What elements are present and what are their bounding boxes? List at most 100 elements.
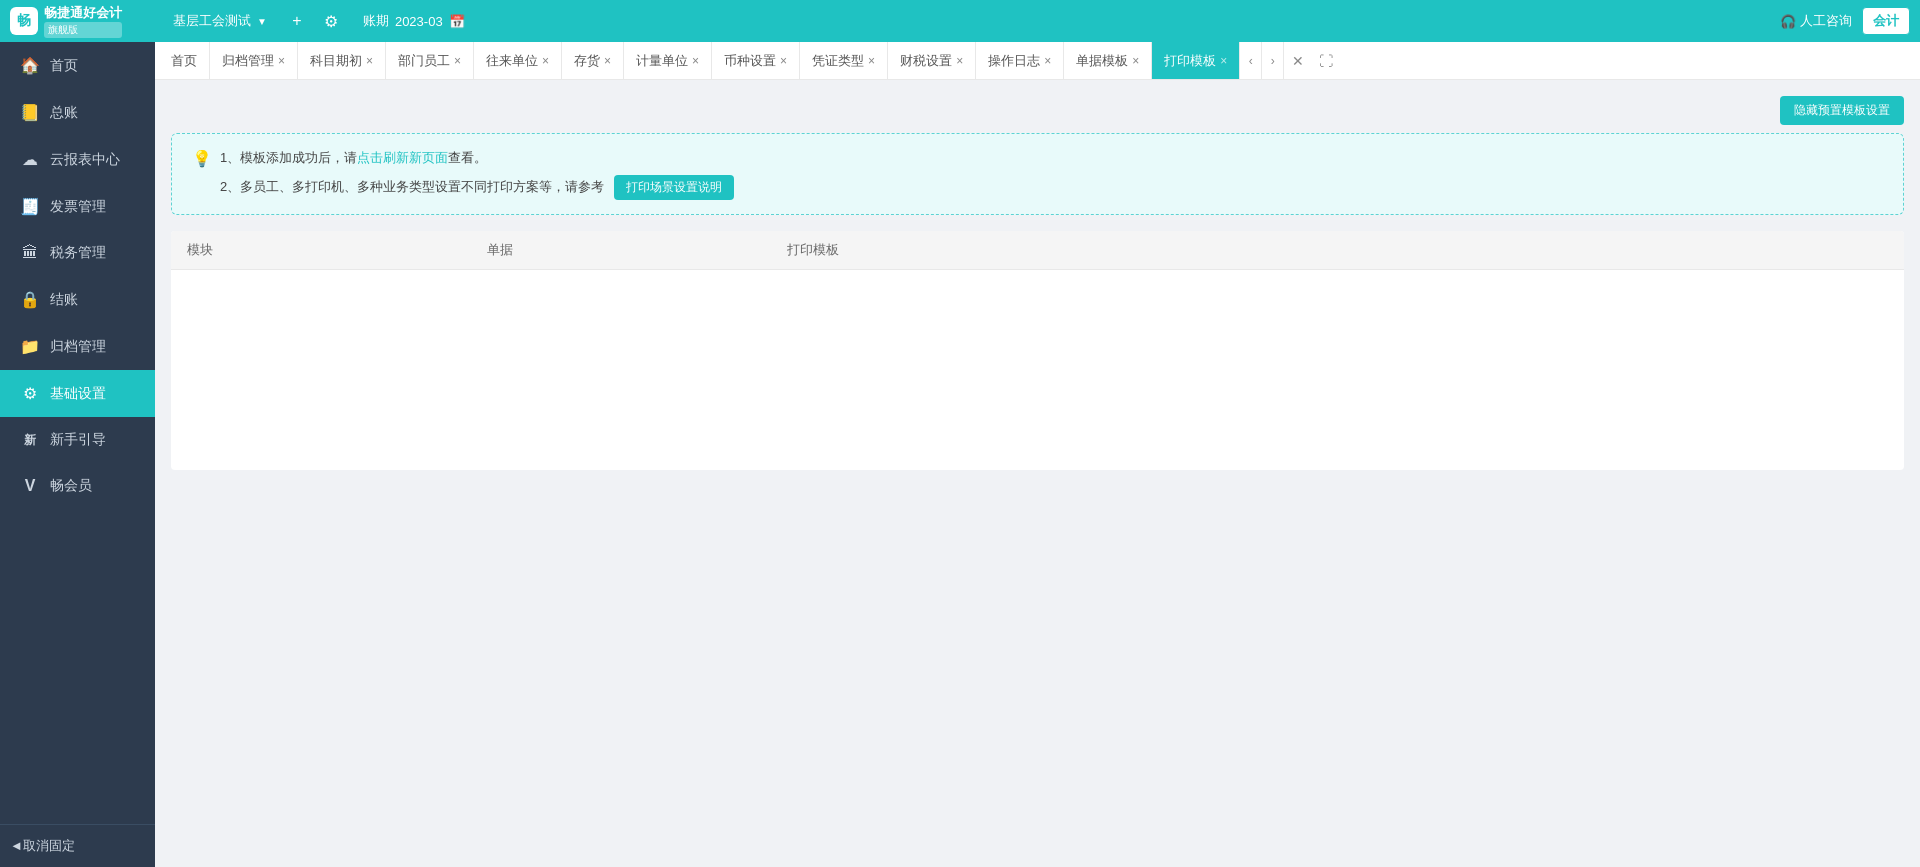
- company-chevron: ▼: [257, 16, 267, 27]
- settings-sidebar-icon: ⚙: [20, 384, 40, 403]
- sidebar-item-guide[interactable]: 新 新手引导: [0, 417, 155, 463]
- tab-inventory[interactable]: 存货 ×: [562, 42, 624, 79]
- print-scene-btn[interactable]: 打印场景设置说明: [614, 175, 734, 200]
- sidebar-label-home: 首页: [50, 57, 78, 75]
- th-module: 模块: [187, 241, 487, 259]
- tab-single-template-label: 单据模板: [1076, 52, 1128, 70]
- add-button[interactable]: +: [285, 9, 309, 33]
- headset-icon: 🎧: [1780, 14, 1796, 29]
- hide-template-btn[interactable]: 隐藏预置模板设置: [1780, 96, 1904, 125]
- table-body: [171, 270, 1904, 470]
- sidebar-label-tax: 税务管理: [50, 244, 106, 262]
- tab-operation-log-close[interactable]: ×: [1044, 54, 1051, 68]
- archive-icon: 📁: [20, 337, 40, 356]
- sidebar-item-archive[interactable]: 📁 归档管理: [0, 323, 155, 370]
- tab-department[interactable]: 部门员工 ×: [386, 42, 474, 79]
- header-actions: + ⚙ 账期 2023-03 📅: [285, 9, 465, 33]
- tab-period-init-label: 科目期初: [310, 52, 362, 70]
- invoice-icon: 🧾: [20, 197, 40, 216]
- tab-tax-settings[interactable]: 财税设置 ×: [888, 42, 976, 79]
- member-icon: V: [20, 477, 40, 495]
- tab-archive[interactable]: 归档管理 ×: [210, 42, 298, 79]
- tab-print-template-label: 打印模板: [1164, 52, 1216, 70]
- tab-home[interactable]: 首页: [159, 42, 210, 79]
- sidebar-label-closing: 结账: [50, 291, 78, 309]
- sidebar-item-tax[interactable]: 🏛 税务管理: [0, 230, 155, 276]
- tab-print-template-close[interactable]: ×: [1220, 54, 1227, 68]
- sidebar-item-member[interactable]: V 畅会员: [0, 463, 155, 509]
- tab-next-btn[interactable]: ›: [1262, 42, 1284, 79]
- tab-inventory-close[interactable]: ×: [604, 54, 611, 68]
- tab-unit-label: 计量单位: [636, 52, 688, 70]
- tab-supplier-close[interactable]: ×: [542, 54, 549, 68]
- calendar-icon[interactable]: 📅: [449, 14, 465, 29]
- tab-supplier[interactable]: 往来单位 ×: [474, 42, 562, 79]
- tab-department-label: 部门员工: [398, 52, 450, 70]
- tab-voucher-type[interactable]: 凭证类型 ×: [800, 42, 888, 79]
- tab-operation-log[interactable]: 操作日志 ×: [976, 42, 1064, 79]
- tab-single-template-close[interactable]: ×: [1132, 54, 1139, 68]
- ledger-icon: 📒: [20, 103, 40, 122]
- cancel-pin-btn[interactable]: ◄取消固定: [0, 824, 155, 867]
- sidebar-label-archive: 归档管理: [50, 338, 106, 356]
- tab-tax-settings-close[interactable]: ×: [956, 54, 963, 68]
- tab-prev-btn[interactable]: ‹: [1240, 42, 1262, 79]
- ai-service-btn[interactable]: 🎧 人工咨询: [1780, 12, 1852, 30]
- kuaiji-button[interactable]: 会计: [1862, 7, 1910, 35]
- closing-icon: 🔒: [20, 290, 40, 309]
- info-row-2: 💡 2、多员工、多打印机、多种业务类型设置不同打印方案等，请参考 打印场景设置说…: [192, 175, 1883, 200]
- data-table: 模块 单据 打印模板: [171, 231, 1904, 470]
- app-edition: 旗舰版: [44, 22, 122, 38]
- tab-operation-log-label: 操作日志: [988, 52, 1040, 70]
- tab-currency[interactable]: 币种设置 ×: [712, 42, 800, 79]
- tab-department-close[interactable]: ×: [454, 54, 461, 68]
- tab-inventory-label: 存货: [574, 52, 600, 70]
- tab-unit[interactable]: 计量单位 ×: [624, 42, 712, 79]
- sidebar-item-reports[interactable]: ☁ 云报表中心: [0, 136, 155, 183]
- sidebar-label-reports: 云报表中心: [50, 151, 120, 169]
- tab-print-template[interactable]: 打印模板 ×: [1152, 42, 1240, 79]
- main-layout: 🏠 首页 📒 总账 ☁ 云报表中心 🧾 发票管理 🏛 税务管理 🔒 结账: [0, 42, 1920, 867]
- tab-tax-settings-label: 财税设置: [900, 52, 952, 70]
- settings-icon[interactable]: ⚙: [319, 9, 343, 33]
- top-header: 畅 畅捷通好会计 旗舰版 基层工会测试 ▼ + ⚙ 账期 2023-03 📅 🎧…: [0, 0, 1920, 42]
- content-area: 首页 归档管理 × 科目期初 × 部门员工 × 往来单位 × 存货 ×: [155, 42, 1920, 867]
- period-label: 账期: [363, 12, 389, 30]
- tab-voucher-type-close[interactable]: ×: [868, 54, 875, 68]
- sidebar-item-home[interactable]: 🏠 首页: [0, 42, 155, 89]
- sidebar-label-ledger: 总账: [50, 104, 78, 122]
- th-template: 打印模板: [787, 241, 1888, 259]
- tab-currency-label: 币种设置: [724, 52, 776, 70]
- tab-currency-close[interactable]: ×: [780, 54, 787, 68]
- refresh-link[interactable]: 点击刷新新页面: [357, 150, 448, 165]
- th-single: 单据: [487, 241, 787, 259]
- reports-icon: ☁: [20, 150, 40, 169]
- tab-supplier-label: 往来单位: [486, 52, 538, 70]
- cancel-pin-label: ◄取消固定: [10, 837, 75, 855]
- tab-unit-close[interactable]: ×: [692, 54, 699, 68]
- tab-period-init[interactable]: 科目期初 ×: [298, 42, 386, 79]
- company-selector[interactable]: 基层工会测试 ▼: [165, 8, 275, 34]
- app-title: 畅捷通好会计: [44, 4, 122, 22]
- tax-icon: 🏛: [20, 244, 40, 262]
- page-content: 隐藏预置模板设置 💡 1、模板添加成功后，请点击刷新新页面查看。 💡 2、多员工…: [155, 80, 1920, 867]
- sidebar-nav: 🏠 首页 📒 总账 ☁ 云报表中心 🧾 发票管理 🏛 税务管理 🔒 结账: [0, 42, 155, 824]
- info-banner: 💡 1、模板添加成功后，请点击刷新新页面查看。 💡 2、多员工、多打印机、多种业…: [171, 133, 1904, 215]
- tab-close-all-btn[interactable]: ✕: [1284, 42, 1312, 79]
- header-right: 🎧 人工咨询 会计: [1780, 7, 1910, 35]
- tab-single-template[interactable]: 单据模板 ×: [1064, 42, 1152, 79]
- sidebar-label-settings: 基础设置: [50, 385, 106, 403]
- tab-voucher-type-label: 凭证类型: [812, 52, 864, 70]
- logo-icon: 畅: [10, 7, 38, 35]
- sidebar-item-invoice[interactable]: 🧾 发票管理: [0, 183, 155, 230]
- sidebar-label-guide: 新手引导: [50, 431, 106, 449]
- sidebar-item-ledger[interactable]: 📒 总账: [0, 89, 155, 136]
- tab-archive-close[interactable]: ×: [278, 54, 285, 68]
- sidebar-item-settings[interactable]: ⚙ 基础设置: [0, 370, 155, 417]
- sidebar-label-member: 畅会员: [50, 477, 92, 495]
- sidebar: 🏠 首页 📒 总账 ☁ 云报表中心 🧾 发票管理 🏛 税务管理 🔒 结账: [0, 42, 155, 867]
- tab-period-init-close[interactable]: ×: [366, 54, 373, 68]
- sidebar-item-closing[interactable]: 🔒 结账: [0, 276, 155, 323]
- tab-home-label: 首页: [171, 52, 197, 70]
- tab-expand-btn[interactable]: ⛶: [1312, 42, 1340, 79]
